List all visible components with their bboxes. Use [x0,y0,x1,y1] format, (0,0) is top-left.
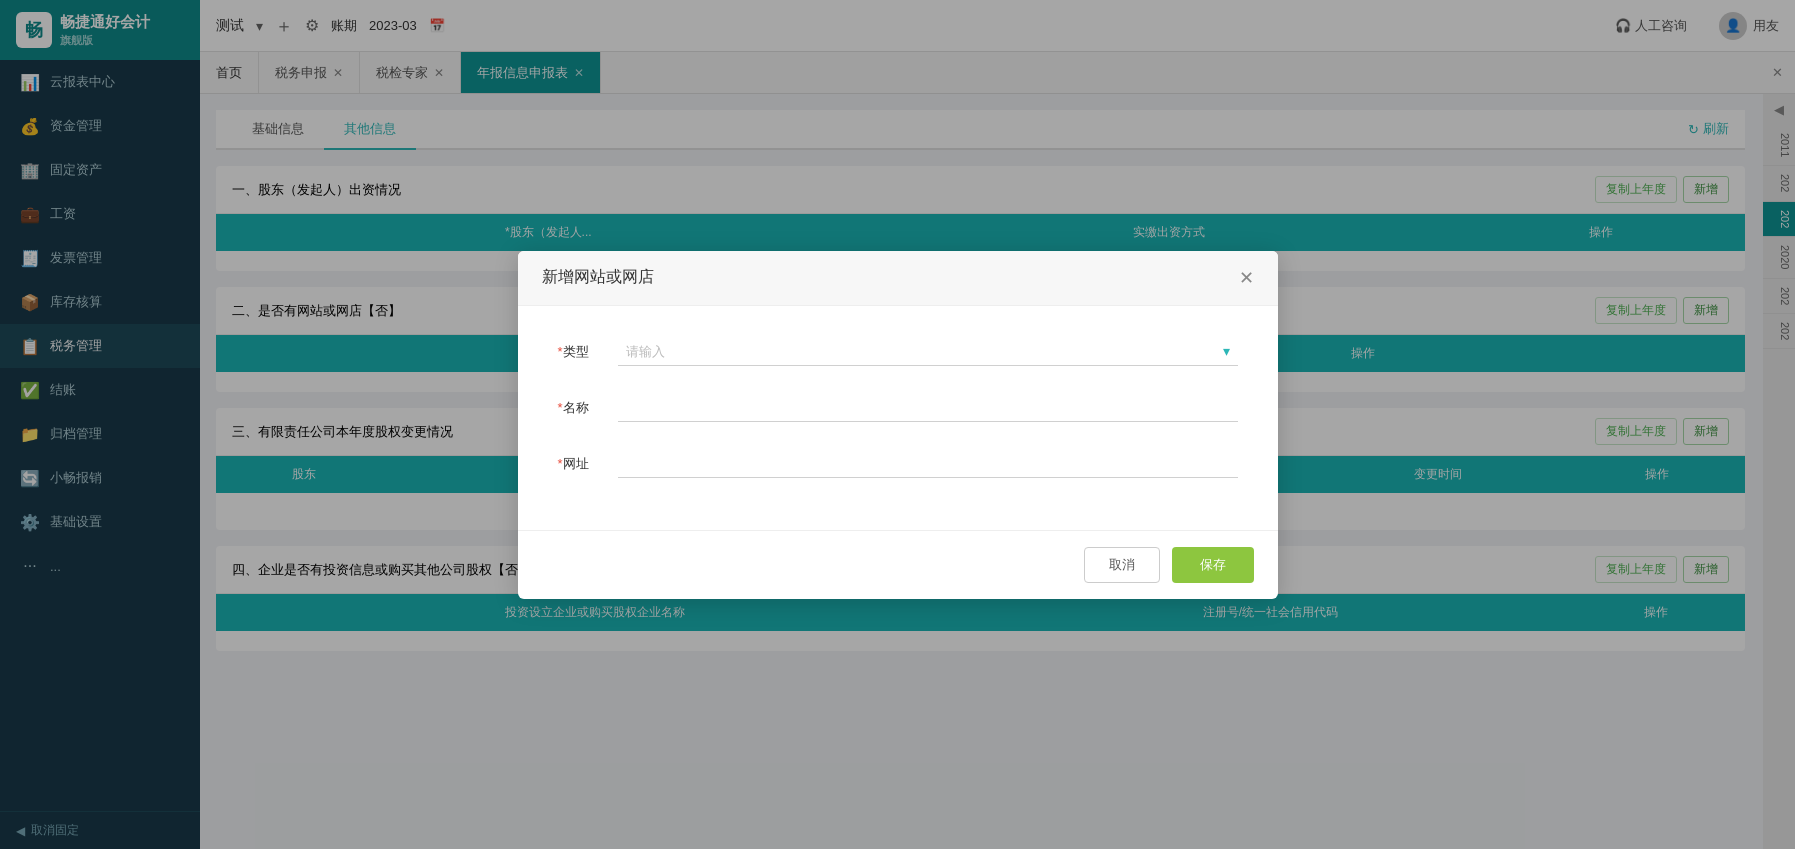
dialog-body: *类型 请输入 ▾ *名称 *网址 [518,306,1278,530]
dialog-field-url: *网址 [558,450,1238,478]
dialog-field-type: *类型 请输入 ▾ [558,338,1238,366]
dialog-type-select[interactable]: 请输入 [618,338,1238,365]
dialog-overlay: 新增网站或网店 ✕ *类型 请输入 ▾ *名称 [0,0,1795,849]
dialog-type-label: *类型 [558,343,618,361]
dialog-type-select-wrap: 请输入 ▾ [618,338,1238,366]
dialog-field-name: *名称 [558,394,1238,422]
add-website-dialog: 新增网站或网店 ✕ *类型 请输入 ▾ *名称 [518,251,1278,599]
save-button[interactable]: 保存 [1172,547,1254,583]
dialog-name-label: *名称 [558,399,618,417]
dialog-close-button[interactable]: ✕ [1239,267,1254,289]
dialog-url-label: *网址 [558,455,618,473]
cancel-button[interactable]: 取消 [1084,547,1160,583]
dialog-title: 新增网站或网店 [542,267,654,288]
dialog-header: 新增网站或网店 ✕ [518,251,1278,306]
dialog-name-input[interactable] [618,394,1238,422]
dialog-footer: 取消 保存 [518,530,1278,599]
dialog-url-input[interactable] [618,450,1238,478]
